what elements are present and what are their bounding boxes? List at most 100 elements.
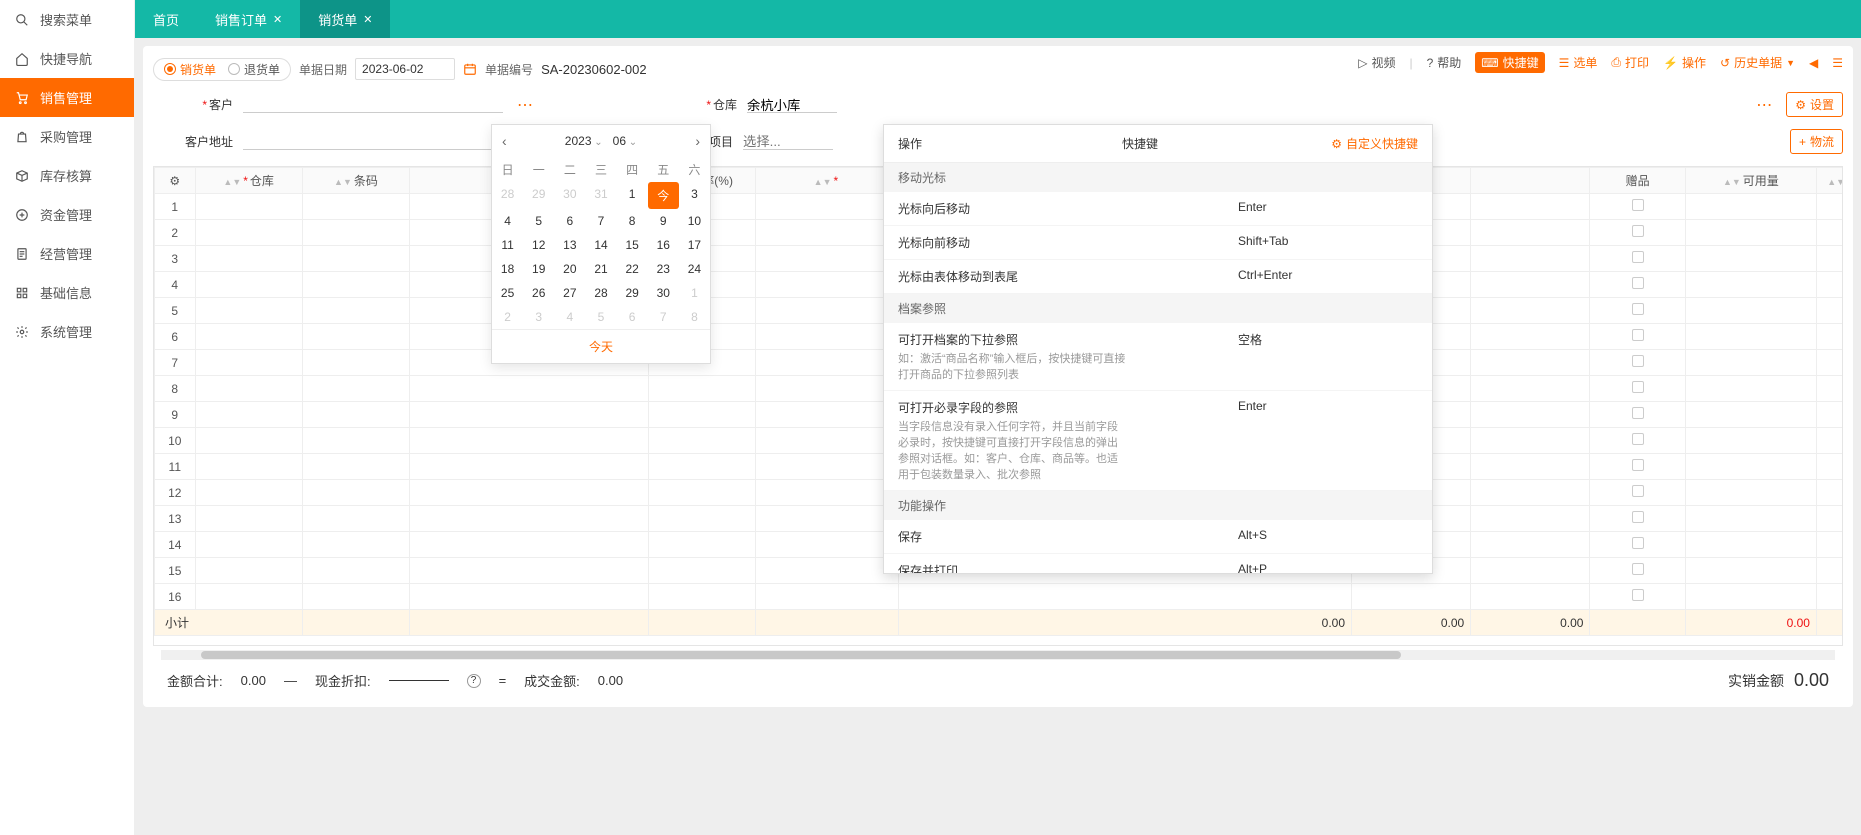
cell[interactable] bbox=[1816, 558, 1843, 584]
cell[interactable] bbox=[410, 480, 648, 506]
calendar-day[interactable]: 21 bbox=[585, 257, 616, 281]
cell[interactable] bbox=[1816, 350, 1843, 376]
calendar-day[interactable]: 4 bbox=[492, 209, 523, 233]
cell[interactable] bbox=[1816, 324, 1843, 350]
calendar-day[interactable]: 18 bbox=[492, 257, 523, 281]
sidebar-item-inventory[interactable]: 库存核算 bbox=[0, 156, 134, 195]
calendar-day[interactable]: 8 bbox=[679, 305, 710, 329]
cell[interactable] bbox=[1816, 584, 1843, 610]
tab-sales-doc[interactable]: 销货单✕ bbox=[300, 0, 390, 38]
cell[interactable] bbox=[755, 220, 898, 246]
calendar-day[interactable]: 31 bbox=[585, 182, 616, 209]
cell[interactable] bbox=[1352, 584, 1471, 610]
calendar-day[interactable]: 24 bbox=[679, 257, 710, 281]
col-hidden-4[interactable] bbox=[1471, 168, 1590, 194]
cell[interactable] bbox=[1816, 454, 1843, 480]
sidebar-item-business[interactable]: 经营管理 bbox=[0, 234, 134, 273]
year-select[interactable]: 2023 bbox=[565, 134, 603, 148]
hotkey-button[interactable]: ⌨快捷键 bbox=[1475, 52, 1544, 73]
checkbox[interactable] bbox=[1632, 459, 1644, 471]
tab-home[interactable]: 首页 bbox=[135, 0, 197, 38]
calendar-day[interactable]: 19 bbox=[523, 257, 554, 281]
cell[interactable] bbox=[648, 428, 755, 454]
next-month-icon[interactable]: › bbox=[695, 133, 700, 149]
help-icon[interactable]: ? bbox=[467, 674, 481, 688]
tab-sales-order[interactable]: 销售订单✕ bbox=[197, 0, 300, 38]
cell[interactable] bbox=[755, 454, 898, 480]
cell[interactable] bbox=[1471, 350, 1590, 376]
cell[interactable] bbox=[1685, 272, 1816, 298]
cell[interactable] bbox=[410, 454, 648, 480]
cell[interactable] bbox=[1471, 298, 1590, 324]
cell[interactable] bbox=[1685, 558, 1816, 584]
calendar-day[interactable]: 22 bbox=[617, 257, 648, 281]
calendar-day[interactable]: 6 bbox=[617, 305, 648, 329]
cell[interactable] bbox=[648, 454, 755, 480]
cell[interactable] bbox=[302, 454, 409, 480]
h-scrollbar[interactable] bbox=[161, 650, 1835, 660]
checkbox[interactable] bbox=[1632, 433, 1644, 445]
cell[interactable] bbox=[1685, 324, 1816, 350]
calendar-day[interactable]: 5 bbox=[585, 305, 616, 329]
calendar-day[interactable]: 29 bbox=[617, 281, 648, 305]
cell[interactable] bbox=[1471, 454, 1590, 480]
cell[interactable] bbox=[755, 376, 898, 402]
cell[interactable] bbox=[1816, 376, 1843, 402]
cell[interactable] bbox=[1685, 376, 1816, 402]
cell[interactable] bbox=[302, 324, 409, 350]
cell[interactable] bbox=[755, 532, 898, 558]
cell[interactable] bbox=[302, 298, 409, 324]
col-deliver[interactable]: ▲▼交 bbox=[1816, 168, 1843, 194]
calendar-day[interactable]: 17 bbox=[679, 233, 710, 257]
nav-list-icon[interactable]: ☰ bbox=[1832, 56, 1843, 70]
cell[interactable] bbox=[302, 558, 409, 584]
cell[interactable] bbox=[195, 220, 302, 246]
video-link[interactable]: ▷视频 bbox=[1358, 54, 1395, 71]
calendar-day[interactable]: 8 bbox=[617, 209, 648, 233]
cell[interactable] bbox=[755, 428, 898, 454]
checkbox[interactable] bbox=[1632, 407, 1644, 419]
gift-cell[interactable] bbox=[1590, 220, 1685, 246]
gift-cell[interactable] bbox=[1590, 558, 1685, 584]
cell[interactable] bbox=[1685, 350, 1816, 376]
calendar-day[interactable]: 12 bbox=[523, 233, 554, 257]
checkbox[interactable] bbox=[1632, 277, 1644, 289]
cell[interactable] bbox=[195, 324, 302, 350]
cell[interactable] bbox=[302, 220, 409, 246]
custom-hotkey-link[interactable]: ⚙自定义快捷键 bbox=[1331, 135, 1418, 152]
col-gear[interactable]: ⚙ bbox=[155, 168, 196, 194]
gift-cell[interactable] bbox=[1590, 298, 1685, 324]
calendar-day[interactable]: 1 bbox=[679, 281, 710, 305]
cell[interactable] bbox=[1471, 246, 1590, 272]
calendar-day[interactable]: 4 bbox=[554, 305, 585, 329]
cell[interactable] bbox=[1471, 376, 1590, 402]
calendar-day[interactable]: 16 bbox=[648, 233, 679, 257]
date-input[interactable] bbox=[355, 58, 455, 80]
close-icon[interactable]: ✕ bbox=[273, 13, 282, 26]
gift-cell[interactable] bbox=[1590, 246, 1685, 272]
cell[interactable] bbox=[1471, 324, 1590, 350]
cell[interactable] bbox=[1685, 506, 1816, 532]
col-warehouse[interactable]: ▲▼*仓库 bbox=[195, 168, 302, 194]
cell[interactable] bbox=[410, 376, 648, 402]
calendar-day[interactable]: 28 bbox=[492, 182, 523, 209]
gift-cell[interactable] bbox=[1590, 428, 1685, 454]
cell[interactable] bbox=[1685, 298, 1816, 324]
cell[interactable] bbox=[195, 428, 302, 454]
cell[interactable] bbox=[302, 428, 409, 454]
cell[interactable] bbox=[1471, 428, 1590, 454]
cell[interactable] bbox=[195, 558, 302, 584]
cell[interactable] bbox=[195, 506, 302, 532]
cell[interactable] bbox=[1816, 220, 1843, 246]
calendar-day[interactable]: 5 bbox=[523, 209, 554, 233]
calendar-day[interactable]: 13 bbox=[554, 233, 585, 257]
cell[interactable] bbox=[410, 558, 648, 584]
cell[interactable] bbox=[1685, 532, 1816, 558]
cell[interactable] bbox=[1471, 220, 1590, 246]
logistics-button[interactable]: +物流 bbox=[1790, 129, 1843, 154]
cell[interactable] bbox=[410, 402, 648, 428]
calendar-day[interactable]: 7 bbox=[648, 305, 679, 329]
cell[interactable] bbox=[302, 532, 409, 558]
print-link[interactable]: ⎙打印 bbox=[1611, 54, 1649, 71]
checkbox[interactable] bbox=[1632, 563, 1644, 575]
